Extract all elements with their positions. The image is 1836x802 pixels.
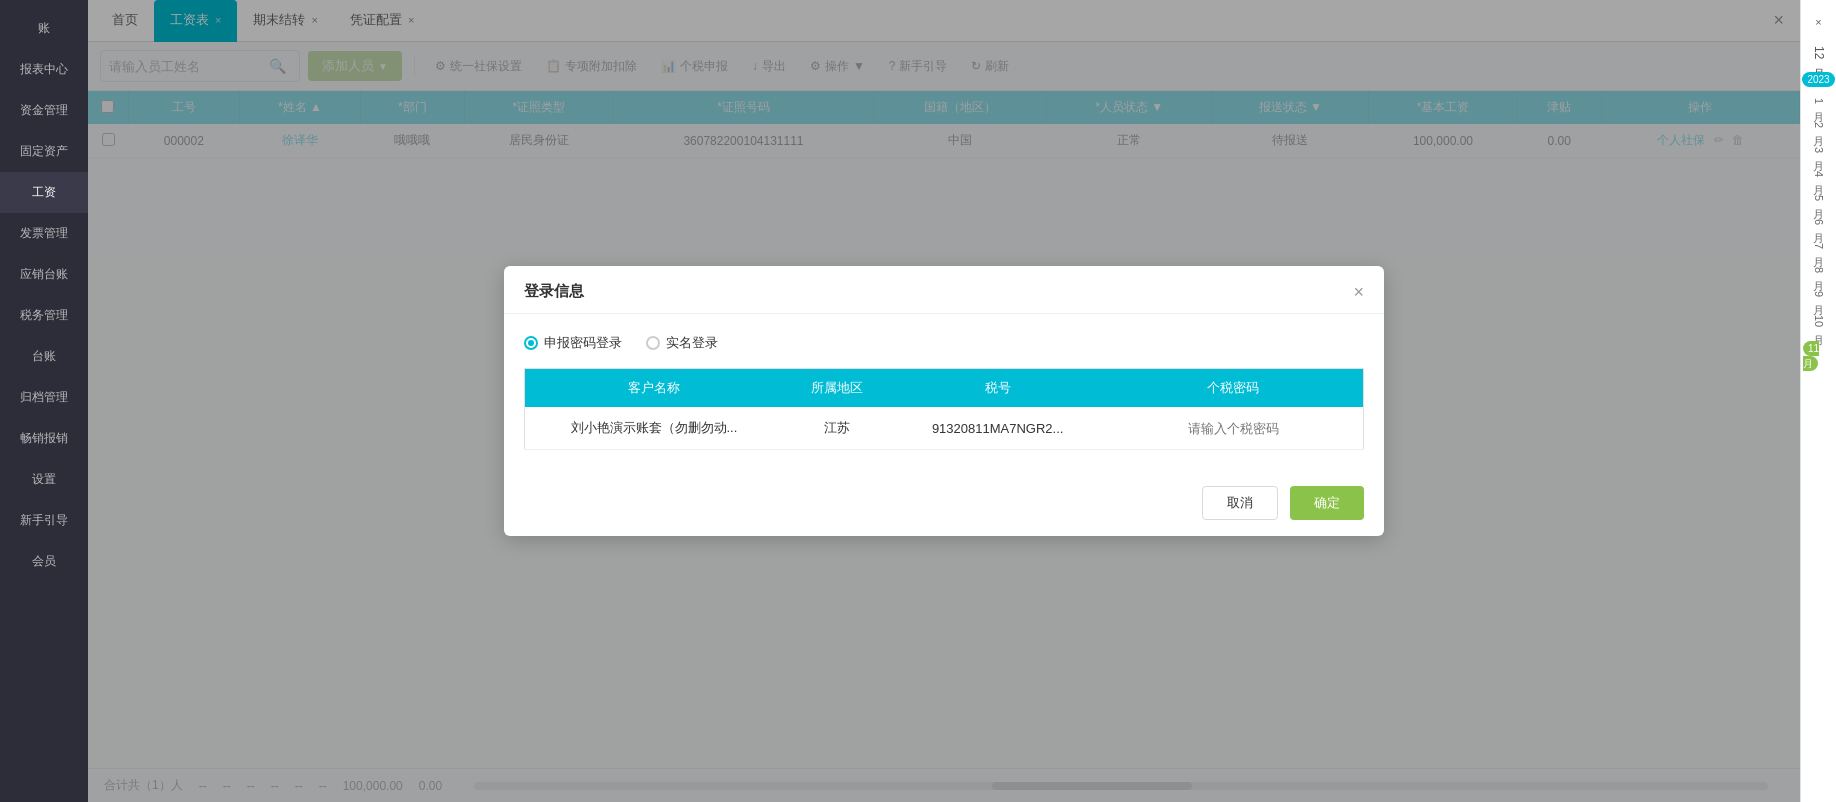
sidebar-item-salary[interactable]: 工资 [0, 172, 88, 213]
dialog-client-name: 刘小艳演示账套（勿删勿动... [525, 407, 783, 450]
sidebar-item-expense[interactable]: 畅销报销 [0, 418, 88, 459]
radio-group: 申报密码登录 实名登录 [524, 334, 1364, 352]
sidebar-item-member[interactable]: 会员 [0, 541, 88, 582]
radio-password-circle [524, 336, 538, 350]
dialog-body: 申报密码登录 实名登录 客户名称 所属地区 税 [504, 314, 1384, 470]
radio-realname-login[interactable]: 实名登录 [646, 334, 718, 352]
dialog-close-button[interactable]: × [1353, 283, 1364, 301]
right-side-aug[interactable]: 8月 [1807, 259, 1830, 281]
sidebar-item-fund-mgmt[interactable]: 资金管理 [0, 90, 88, 131]
dialog-th-client: 客户名称 [525, 369, 783, 408]
right-side-jan[interactable]: 1月 [1807, 90, 1830, 112]
sidebar-item-sales-ledger[interactable]: 应销台账 [0, 254, 88, 295]
right-side-close[interactable]: × [1809, 8, 1829, 36]
dialog-overlay: 登录信息 × 申报密码登录 实名登录 [88, 0, 1800, 802]
cancel-button[interactable]: 取消 [1202, 486, 1278, 520]
main-content: 首页 工资表 × 期末结转 × 凭证配置 × × 🔍 添加人员 [88, 0, 1800, 802]
dialog-tax-no: 91320811MA7NGR2... [892, 407, 1104, 450]
sidebar-item-settings[interactable]: 设置 [0, 459, 88, 500]
dialog-table-row: 刘小艳演示账套（勿删勿动... 江苏 91320811MA7NGR2... [525, 407, 1364, 450]
right-side-apr[interactable]: 4月 [1807, 163, 1830, 185]
dialog-footer: 取消 确定 [504, 470, 1384, 536]
sidebar-item-report-center[interactable]: 报表中心 [0, 49, 88, 90]
right-side-feb[interactable]: 2月 [1807, 114, 1830, 136]
radio-password-login[interactable]: 申报密码登录 [524, 334, 622, 352]
right-side-nov-badge-wrap[interactable]: 11月 [1801, 338, 1836, 373]
radio-password-label: 申报密码登录 [544, 334, 622, 352]
radio-realname-label: 实名登录 [666, 334, 718, 352]
sidebar-item-guide[interactable]: 新手引导 [0, 500, 88, 541]
radio-realname-circle [646, 336, 660, 350]
dialog-header: 登录信息 × [504, 266, 1384, 314]
sidebar-item-fixed-assets[interactable]: 固定资产 [0, 131, 88, 172]
right-side-jul[interactable]: 7月 [1807, 235, 1830, 257]
right-sidebar: × 12月 2023 1月 2月 3月 4月 5月 6月 7月 8月 9月 10… [1800, 0, 1836, 802]
dialog-region: 江苏 [783, 407, 892, 450]
sidebar-item-archive-mgmt[interactable]: 归档管理 [0, 377, 88, 418]
dialog-password-input[interactable] [1120, 421, 1347, 436]
dialog-th-region: 所属地区 [783, 369, 892, 408]
confirm-button[interactable]: 确定 [1290, 486, 1364, 520]
year-badge: 2023 [1802, 72, 1834, 87]
right-side-sep[interactable]: 9月 [1807, 283, 1830, 305]
dialog-title: 登录信息 [524, 282, 584, 301]
right-side-dec-month[interactable]: 12月 [1806, 38, 1831, 67]
right-side-jun[interactable]: 6月 [1807, 211, 1830, 233]
login-dialog: 登录信息 × 申报密码登录 实名登录 [504, 266, 1384, 536]
dialog-th-tax-no: 税号 [892, 369, 1104, 408]
right-side-oct[interactable]: 10月 [1807, 307, 1830, 335]
dialog-password-cell [1104, 407, 1364, 450]
sidebar-item-accounts[interactable]: 账 [0, 8, 88, 49]
dialog-table: 客户名称 所属地区 税号 个税密码 刘小艳演示账套（勿删勿动... 江苏 913… [524, 368, 1364, 450]
right-side-mar[interactable]: 3月 [1807, 139, 1830, 161]
app-container: 账 报表中心 资金管理 固定资产 工资 发票管理 应销台账 税务管理 台账 归档… [0, 0, 1836, 802]
sidebar-item-invoice-mgmt[interactable]: 发票管理 [0, 213, 88, 254]
dialog-th-password: 个税密码 [1104, 369, 1364, 408]
nov-badge: 11月 [1803, 341, 1819, 371]
right-side-may[interactable]: 5月 [1807, 187, 1830, 209]
sidebar-item-ledger[interactable]: 台账 [0, 336, 88, 377]
sidebar: 账 报表中心 资金管理 固定资产 工资 发票管理 应销台账 税务管理 台账 归档… [0, 0, 88, 802]
right-side-year-badge[interactable]: 2023 [1800, 69, 1836, 88]
sidebar-item-tax-mgmt[interactable]: 税务管理 [0, 295, 88, 336]
